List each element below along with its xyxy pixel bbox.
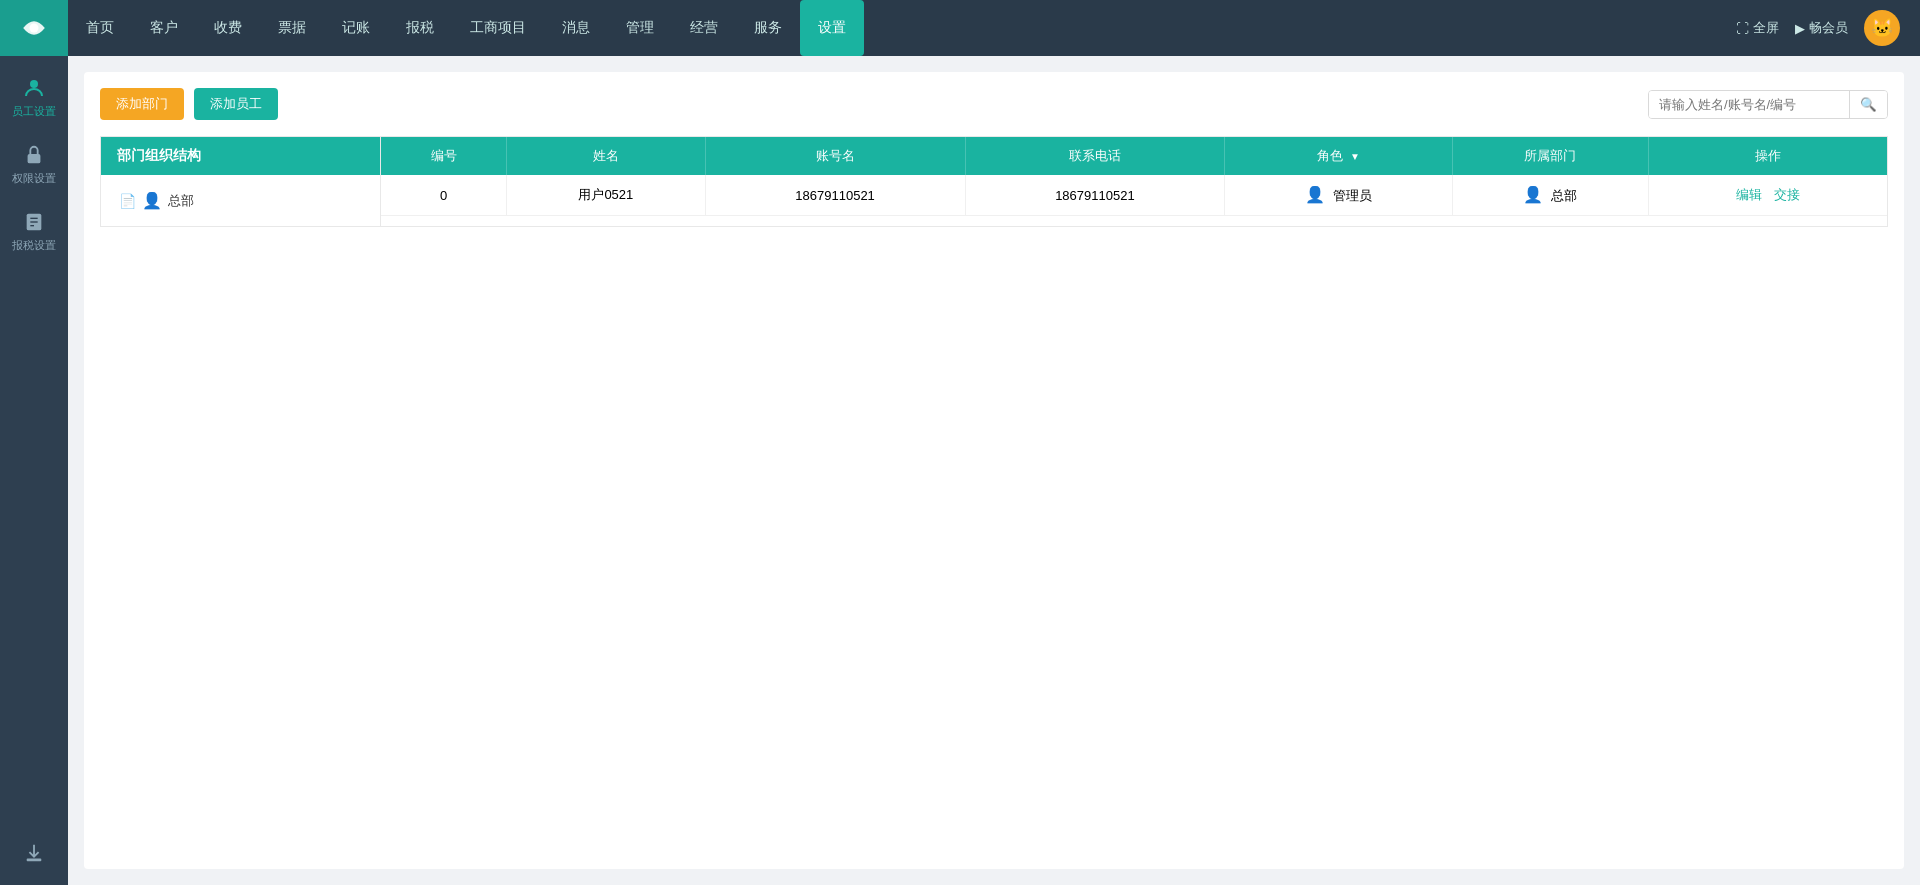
cell-role: 👤 管理员	[1225, 175, 1453, 216]
sidebar-label-permission: 权限设置	[12, 171, 56, 186]
toolbar: 添加部门 添加员工 🔍	[100, 88, 1888, 120]
panel-layout: 部门组织结构 📄 👤 总部 编号	[100, 136, 1888, 227]
nav-item-settings[interactable]: 设置	[800, 0, 864, 56]
nav-item-msg[interactable]: 消息	[544, 0, 608, 56]
nav-item-biz[interactable]: 工商项目	[452, 0, 544, 56]
avatar[interactable]: 🐱	[1864, 10, 1900, 46]
file-icon: 📄	[119, 193, 136, 209]
edit-link[interactable]: 编辑	[1736, 187, 1762, 202]
emp-table-area: 编号 姓名 账号名 联系电话 角色 ▼ 所属部门 操作	[381, 137, 1887, 226]
nav-item-manage[interactable]: 管理	[608, 0, 672, 56]
nav-item-tax[interactable]: 报税	[388, 0, 452, 56]
cell-phone: 18679110521	[965, 175, 1225, 216]
col-header-name: 姓名	[507, 137, 706, 175]
logo-area[interactable]	[0, 0, 68, 56]
nav-right: ⛶ 全屏 ▶ 畅会员 🐱	[1736, 10, 1920, 46]
cell-dept: 👤 总部	[1453, 175, 1648, 216]
lock-icon	[22, 143, 46, 167]
dept-node-label: 总部	[168, 192, 194, 210]
search-button[interactable]: 🔍	[1849, 91, 1887, 118]
add-dept-button[interactable]: 添加部门	[100, 88, 184, 120]
col-header-dept: 所属部门	[1453, 137, 1648, 175]
sidebar-label-employee: 员工设置	[12, 104, 56, 119]
download-icon	[22, 841, 46, 865]
svg-rect-2	[28, 154, 41, 163]
dept-node-headquarters[interactable]: 📄 👤 总部	[111, 185, 370, 216]
content-area: 添加部门 添加员工 🔍 部门组织结构 📄 👤	[68, 56, 1920, 885]
sidebar: 员工设置 权限设置 报税设置	[0, 56, 68, 885]
nav-items: 首页 客户 收费 票据 记账 报税 工商项目 消息 管理 经营 服务 设置	[68, 0, 1736, 56]
cell-account: 18679110521	[705, 175, 965, 216]
search-input[interactable]	[1649, 91, 1849, 118]
dept-tree-header: 部门组织结构	[101, 137, 380, 175]
col-header-account: 账号名	[705, 137, 965, 175]
nav-item-customer[interactable]: 客户	[132, 0, 196, 56]
dept-label: 总部	[1551, 188, 1577, 203]
role-user-icon: 👤	[1305, 186, 1325, 203]
table-header-row: 编号 姓名 账号名 联系电话 角色 ▼ 所属部门 操作	[381, 137, 1887, 175]
svg-point-0	[30, 24, 39, 33]
handover-link[interactable]: 交接	[1774, 187, 1800, 202]
member-button[interactable]: ▶ 畅会员	[1795, 19, 1848, 37]
nav-item-account[interactable]: 记账	[324, 0, 388, 56]
add-emp-button[interactable]: 添加员工	[194, 88, 278, 120]
filter-icon: ▼	[1350, 151, 1360, 162]
dept-tree: 部门组织结构 📄 👤 总部	[101, 137, 381, 226]
cell-id: 0	[381, 175, 507, 216]
user-icon: 👤	[142, 191, 162, 210]
col-header-action: 操作	[1648, 137, 1887, 175]
col-role-label: 角色	[1317, 148, 1343, 163]
cell-name: 用户0521	[507, 175, 706, 216]
dept-user-icon: 👤	[1523, 186, 1543, 203]
dept-tree-body: 📄 👤 总部	[101, 175, 380, 226]
nav-item-service[interactable]: 服务	[736, 0, 800, 56]
search-icon: 🔍	[1860, 97, 1877, 112]
member-label: 畅会员	[1809, 19, 1848, 37]
table-row: 0 用户0521 18679110521 18679110521 👤 管理员 👤	[381, 175, 1887, 216]
member-icon: ▶	[1795, 21, 1805, 36]
col-header-id: 编号	[381, 137, 507, 175]
employee-icon	[22, 76, 46, 100]
svg-point-1	[30, 80, 38, 88]
content-inner: 添加部门 添加员工 🔍 部门组织结构 📄 👤	[84, 72, 1904, 869]
emp-table: 编号 姓名 账号名 联系电话 角色 ▼ 所属部门 操作	[381, 137, 1887, 216]
top-nav: 首页 客户 收费 票据 记账 报税 工商项目 消息 管理 经营 服务 设置 ⛶ …	[0, 0, 1920, 56]
fullscreen-button[interactable]: ⛶ 全屏	[1736, 19, 1779, 37]
sidebar-bottom	[0, 831, 68, 885]
nav-item-home[interactable]: 首页	[68, 0, 132, 56]
nav-item-fee[interactable]: 收费	[196, 0, 260, 56]
role-label: 管理员	[1333, 188, 1372, 203]
col-header-role[interactable]: 角色 ▼	[1225, 137, 1453, 175]
col-header-phone: 联系电话	[965, 137, 1225, 175]
tax-icon	[22, 210, 46, 234]
sidebar-item-permission[interactable]: 权限设置	[0, 133, 68, 196]
search-area: 🔍	[1648, 90, 1888, 119]
nav-item-operation[interactable]: 经营	[672, 0, 736, 56]
sidebar-item-employee[interactable]: 员工设置	[0, 66, 68, 129]
fullscreen-icon: ⛶	[1736, 21, 1749, 36]
cell-actions: 编辑 交接	[1648, 175, 1887, 216]
fullscreen-label: 全屏	[1753, 19, 1779, 37]
svg-rect-7	[27, 859, 42, 862]
sidebar-item-download[interactable]	[0, 831, 68, 875]
nav-item-bill[interactable]: 票据	[260, 0, 324, 56]
main-layout: 员工设置 权限设置 报税设置	[0, 56, 1920, 885]
sidebar-label-taxsetting: 报税设置	[12, 238, 56, 253]
sidebar-item-taxsetting[interactable]: 报税设置	[0, 200, 68, 263]
